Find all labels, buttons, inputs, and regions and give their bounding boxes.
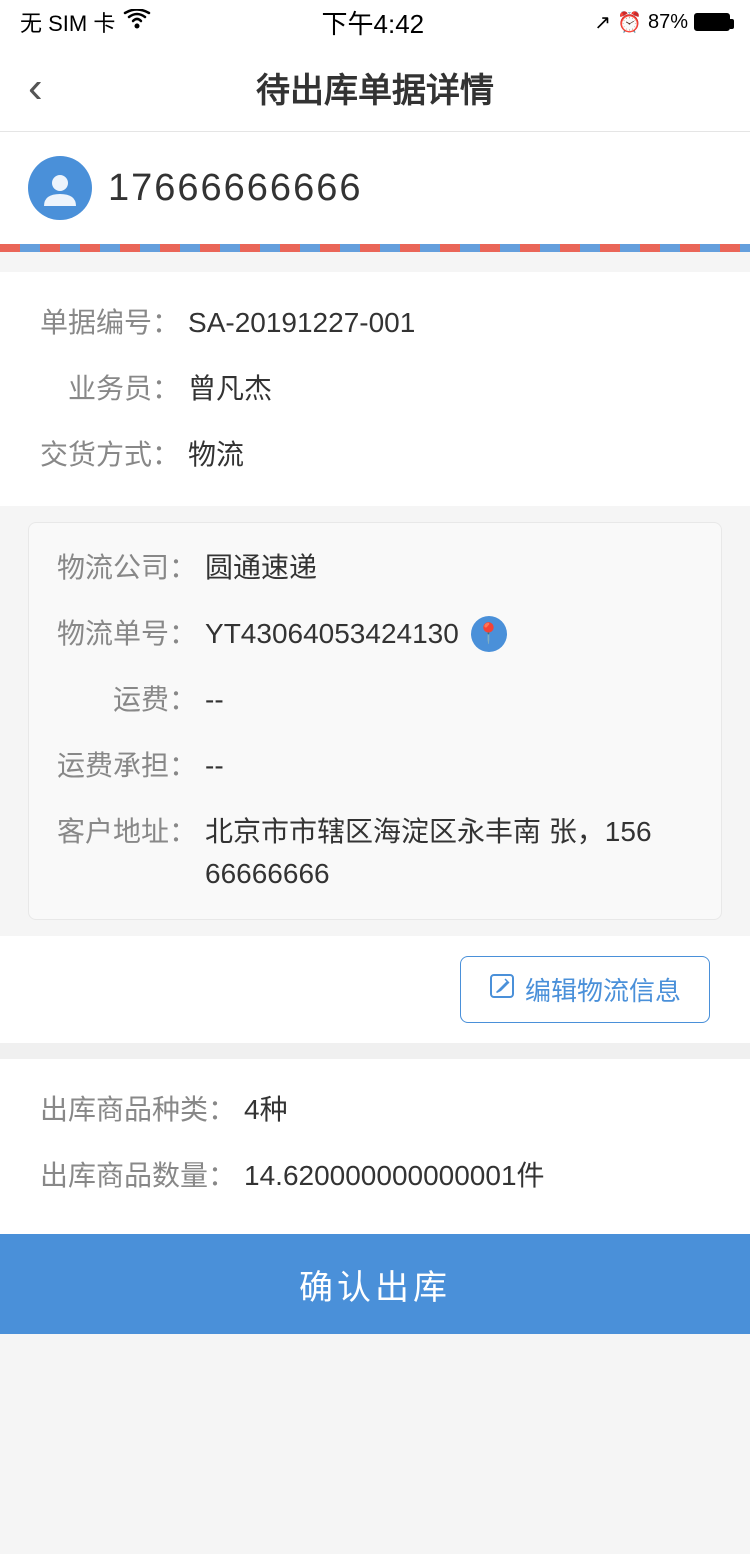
logistics-card: 物流公司： 圆通速递 物流单号： YT43064053424130 运费： --… bbox=[28, 522, 722, 920]
avatar bbox=[28, 156, 92, 220]
freight-bearer-row: 运费承担： -- bbox=[57, 745, 693, 787]
content-area: 单据编号： SA-20191227-001 业务员： 曾凡杰 交货方式： 物流 … bbox=[0, 252, 750, 1554]
customer-section: 17666666666 bbox=[0, 132, 750, 244]
logistics-company-label: 物流公司： bbox=[57, 547, 197, 589]
address-row: 客户地址： 北京市市辖区海淀区永丰南 张，156 66666666 bbox=[57, 811, 693, 895]
delivery-method-label: 交货方式： bbox=[40, 434, 180, 476]
doc-number-value: SA-20191227-001 bbox=[188, 302, 710, 344]
freight-bearer-value: -- bbox=[205, 745, 693, 787]
salesperson-label: 业务员： bbox=[40, 368, 180, 410]
status-right: ↗ ⏰ 87% bbox=[594, 10, 730, 35]
goods-type-row: 出库商品种类： 4种 bbox=[40, 1089, 710, 1131]
alarm-icon: ⏰ bbox=[617, 10, 642, 35]
nav-bar: ‹ 待出库单据详情 bbox=[0, 44, 750, 132]
edit-icon bbox=[489, 973, 515, 1006]
edit-logistics-label: 编辑物流信息 bbox=[525, 971, 681, 1008]
carrier-text: 无 SIM 卡 bbox=[20, 6, 115, 38]
edit-logistics-button[interactable]: 编辑物流信息 bbox=[460, 956, 710, 1023]
salesperson-row: 业务员： 曾凡杰 bbox=[40, 368, 710, 410]
order-info-section: 单据编号： SA-20191227-001 业务员： 曾凡杰 交货方式： 物流 bbox=[0, 272, 750, 506]
goods-quantity-label: 出库商品数量： bbox=[40, 1155, 236, 1197]
tracking-label: 物流单号： bbox=[57, 613, 197, 655]
location-icon: ↗ bbox=[594, 10, 611, 35]
doc-number-label: 单据编号： bbox=[40, 302, 180, 344]
status-left: 无 SIM 卡 bbox=[20, 6, 151, 38]
battery-icon bbox=[694, 13, 730, 31]
freight-bearer-label: 运费承担： bbox=[57, 745, 197, 787]
decorative-divider bbox=[0, 244, 750, 252]
logistics-company-row: 物流公司： 圆通速递 bbox=[57, 547, 693, 589]
confirm-button[interactable]: 确认出库 bbox=[0, 1234, 750, 1334]
delivery-method-value: 物流 bbox=[188, 434, 710, 476]
goods-section: 出库商品种类： 4种 出库商品数量： 14.620000000000001件 bbox=[0, 1059, 750, 1227]
goods-quantity-row: 出库商品数量： 14.620000000000001件 bbox=[40, 1155, 710, 1197]
edit-logistics-container: 编辑物流信息 bbox=[0, 936, 750, 1043]
bottom-spacer bbox=[0, 1334, 750, 1534]
section-separator bbox=[0, 1043, 750, 1059]
tracking-value: YT43064053424130 bbox=[205, 613, 459, 655]
tracking-location-icon[interactable] bbox=[471, 616, 507, 652]
page-title: 待出库单据详情 bbox=[256, 63, 494, 112]
freight-value: -- bbox=[205, 679, 693, 721]
goods-quantity-value: 14.620000000000001件 bbox=[244, 1155, 710, 1197]
confirm-button-label: 确认出库 bbox=[299, 1260, 451, 1309]
delivery-method-row: 交货方式： 物流 bbox=[40, 434, 710, 476]
salesperson-value: 曾凡杰 bbox=[188, 368, 710, 410]
battery-text: 87% bbox=[648, 11, 688, 34]
back-button[interactable]: ‹ bbox=[28, 63, 43, 113]
freight-row: 运费： -- bbox=[57, 679, 693, 721]
address-value: 北京市市辖区海淀区永丰南 张，156 66666666 bbox=[205, 811, 693, 895]
goods-type-label: 出库商品种类： bbox=[40, 1089, 236, 1131]
address-label: 客户地址： bbox=[57, 811, 197, 853]
status-bar: 无 SIM 卡 下午4:42 ↗ ⏰ 87% bbox=[0, 0, 750, 44]
freight-label: 运费： bbox=[57, 679, 197, 721]
goods-type-value: 4种 bbox=[244, 1089, 710, 1131]
status-time: 下午4:42 bbox=[322, 4, 425, 41]
logistics-company-value: 圆通速递 bbox=[205, 547, 693, 589]
tracking-row: 物流单号： YT43064053424130 bbox=[57, 613, 693, 655]
wifi-icon bbox=[123, 9, 151, 35]
doc-number-row: 单据编号： SA-20191227-001 bbox=[40, 302, 710, 344]
tracking-value-container: YT43064053424130 bbox=[205, 613, 693, 655]
customer-phone: 17666666666 bbox=[108, 167, 362, 210]
